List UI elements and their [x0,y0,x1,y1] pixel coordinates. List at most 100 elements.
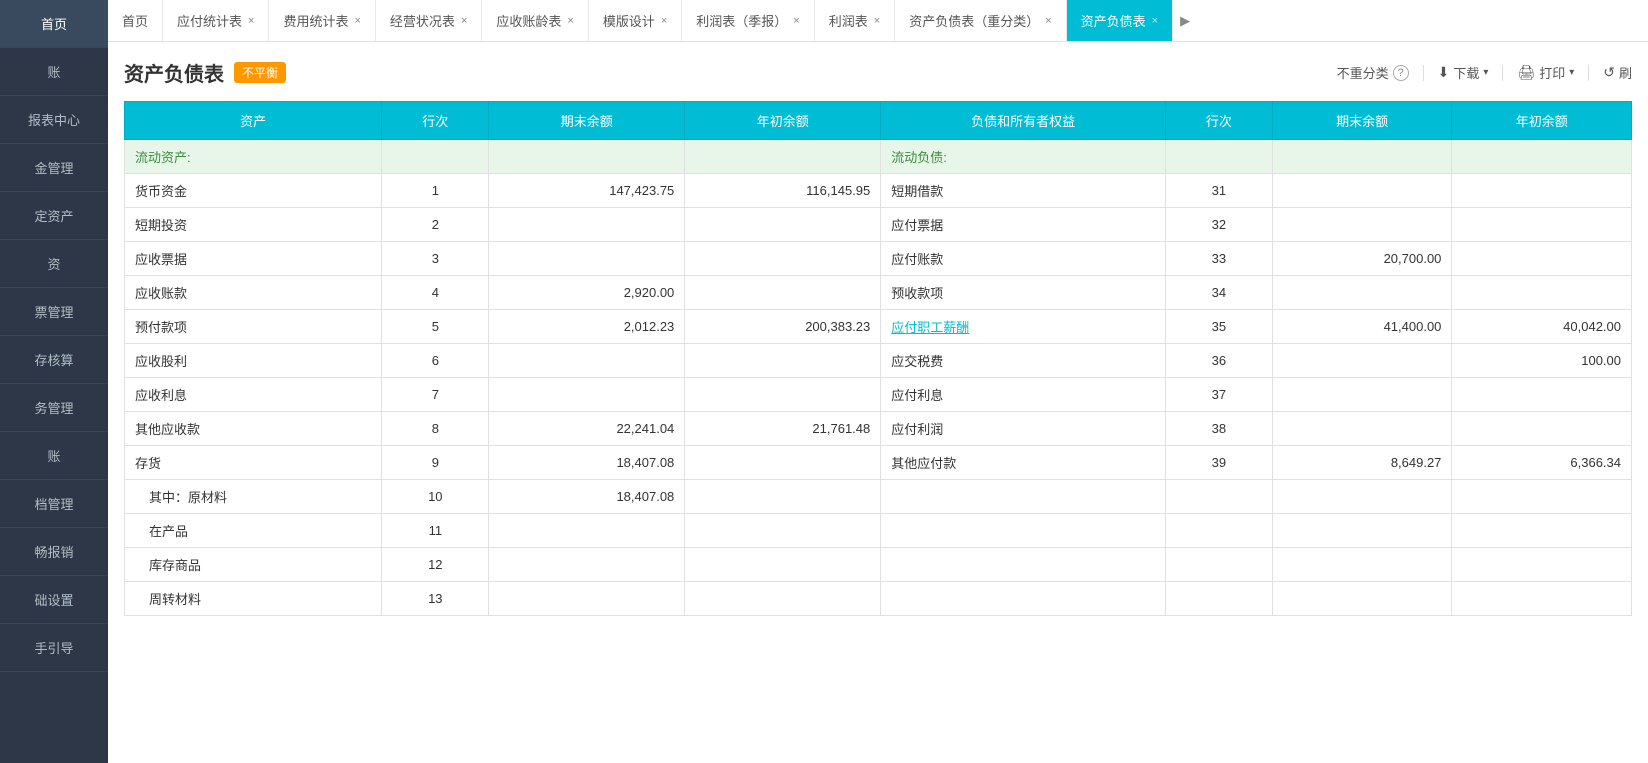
sidebar-item-settings[interactable]: 础设置 [0,576,108,624]
tab-template-design[interactable]: 模版设计 × [589,0,682,42]
left-row-6: 7 [382,378,489,412]
right-row-10 [1165,514,1272,548]
tab-scroll-right[interactable]: ▶ [1173,0,1197,42]
print-action[interactable]: 🖨 打印 ▾ [1517,63,1574,82]
sidebar-item-report-center[interactable]: 报表中心 [0,96,108,144]
right-end-7 [1272,412,1452,446]
tab-expense-stat-close[interactable]: × [354,15,360,27]
left-end-0: 147,423.75 [489,174,685,208]
left-item-8: 存货 [125,446,382,480]
sidebar-item-ledger[interactable]: 账 [0,432,108,480]
print-icon: 🖨 [1517,64,1535,81]
tab-business-status[interactable]: 经营状况表 × [376,0,482,42]
left-end-5 [489,344,685,378]
left-item-0: 货币资金 [125,174,382,208]
sidebar-item-fund[interactable]: 金管理 [0,144,108,192]
page-header: 资产负债表 不平衡 不重分类 ? ⬇ 下载 ▾ 🖨 打印 ▾ [124,58,1632,87]
right-item-1: 应付票据 [881,208,1166,242]
sidebar-item-ticket[interactable]: 票管理 [0,288,108,336]
tab-balance-reclassified-close[interactable]: × [1045,15,1051,27]
tab-balance-reclassified[interactable]: 资产负债表（重分类） × [895,0,1066,42]
tab-payable-stat[interactable]: 应付统计表 × [163,0,269,42]
table-row[interactable]: 应收利息 7 应付利息 37 [125,378,1632,412]
table-row[interactable]: 在产品 11 [125,514,1632,548]
right-end-11 [1272,548,1452,582]
left-row-12: 13 [382,582,489,616]
table-row[interactable]: 存货 9 18,407.08 其他应付款 39 8,649.27 6,366.3… [125,446,1632,480]
left-item-12: 周转材料 [125,582,382,616]
tab-home[interactable]: 首页 [108,0,163,42]
right-end-8: 8,649.27 [1272,446,1452,480]
sidebar-item-guide[interactable]: 手引导 [0,624,108,672]
right-item-7: 应付利润 [881,412,1166,446]
tab-receivable-age-close[interactable]: × [567,15,573,27]
sidebar-item-inventory[interactable]: 存核算 [0,336,108,384]
left-end-3: 2,920.00 [489,276,685,310]
download-action[interactable]: ⬇ 下载 ▾ [1438,63,1489,82]
table-row[interactable]: 库存商品 12 [125,548,1632,582]
sidebar-item-expense[interactable]: 畅报销 [0,528,108,576]
section-left-begin [685,140,881,174]
section-left-end [489,140,685,174]
left-item-11: 库存商品 [125,548,382,582]
right-row-6: 37 [1165,378,1272,412]
left-item-10: 在产品 [125,514,382,548]
tab-balance-close[interactable]: × [1152,15,1158,27]
tab-profit-quarterly[interactable]: 利润表（季报） × [682,0,814,42]
section-right-label: 流动负债: [881,140,1166,174]
left-item-2: 应收票据 [125,242,382,276]
table-row[interactable]: 应收股利 6 应交税费 36 100.00 [125,344,1632,378]
tab-expense-stat[interactable]: 费用统计表 × [269,0,375,42]
left-begin-10 [685,514,881,548]
tab-profit-close[interactable]: × [874,15,880,27]
sidebar-item-home[interactable]: 首页 [0,0,108,48]
tab-receivable-age[interactable]: 应收账龄表 × [482,0,588,42]
left-row-3: 4 [382,276,489,310]
right-begin-9 [1452,480,1632,514]
right-end-1 [1272,208,1452,242]
page-title: 资产负债表 [124,58,224,87]
right-row-0: 31 [1165,174,1272,208]
left-row-8: 9 [382,446,489,480]
table-row[interactable]: 货币资金 1 147,423.75 116,145.95 短期借款 31 [125,174,1632,208]
table-row[interactable]: 预付款项 5 2,012.23 200,383.23 应付职工薪酬 35 41,… [125,310,1632,344]
print-chevron-icon: ▾ [1569,67,1574,78]
right-item-12 [881,582,1166,616]
left-end-8: 18,407.08 [489,446,685,480]
tab-profit[interactable]: 利润表 × [815,0,895,42]
left-end-2 [489,242,685,276]
tab-profit-quarterly-close[interactable]: × [793,15,799,27]
right-begin-8: 6,366.34 [1452,446,1632,480]
table-row[interactable]: 其中：原材料 10 18,407.08 [125,480,1632,514]
tab-payable-stat-close[interactable]: × [248,15,254,27]
table-row[interactable]: 其他应收款 8 22,241.04 21,761.48 应付利润 38 [125,412,1632,446]
classify-label: 不重分类 [1337,63,1389,82]
left-end-6 [489,378,685,412]
right-end-10 [1272,514,1452,548]
refresh-action[interactable]: ↺ 刷 [1603,63,1632,82]
tab-business-status-close[interactable]: × [461,15,467,27]
classify-action[interactable]: 不重分类 ? [1337,63,1409,82]
table-row[interactable]: 应收账款 4 2,920.00 预收款项 34 [125,276,1632,310]
right-row-12 [1165,582,1272,616]
sidebar-item-fixed-assets[interactable]: 定资产 [0,192,108,240]
sidebar-item-archive[interactable]: 档管理 [0,480,108,528]
content-area: 资产负债表 不平衡 不重分类 ? ⬇ 下载 ▾ 🖨 打印 ▾ [108,42,1648,763]
left-item-4: 预付款项 [125,310,382,344]
tab-balance[interactable]: 资产负债表 × [1067,0,1173,42]
sidebar-item-investment[interactable]: 资 [0,240,108,288]
right-begin-1 [1452,208,1632,242]
tab-home-label: 首页 [122,11,148,30]
sidebar-item-tax[interactable]: 务管理 [0,384,108,432]
table-row[interactable]: 周转材料 13 [125,582,1632,616]
sidebar-item-account[interactable]: 账 [0,48,108,96]
left-row-10: 11 [382,514,489,548]
right-item-5: 应交税费 [881,344,1166,378]
right-item-3: 预收款项 [881,276,1166,310]
left-item-9: 其中：原材料 [125,480,382,514]
help-icon: ? [1393,65,1409,81]
tab-profit-label: 利润表 [829,11,868,30]
tab-template-design-close[interactable]: × [661,15,667,27]
table-row[interactable]: 应收票据 3 应付账款 33 20,700.00 [125,242,1632,276]
table-row[interactable]: 短期投资 2 应付票据 32 [125,208,1632,242]
